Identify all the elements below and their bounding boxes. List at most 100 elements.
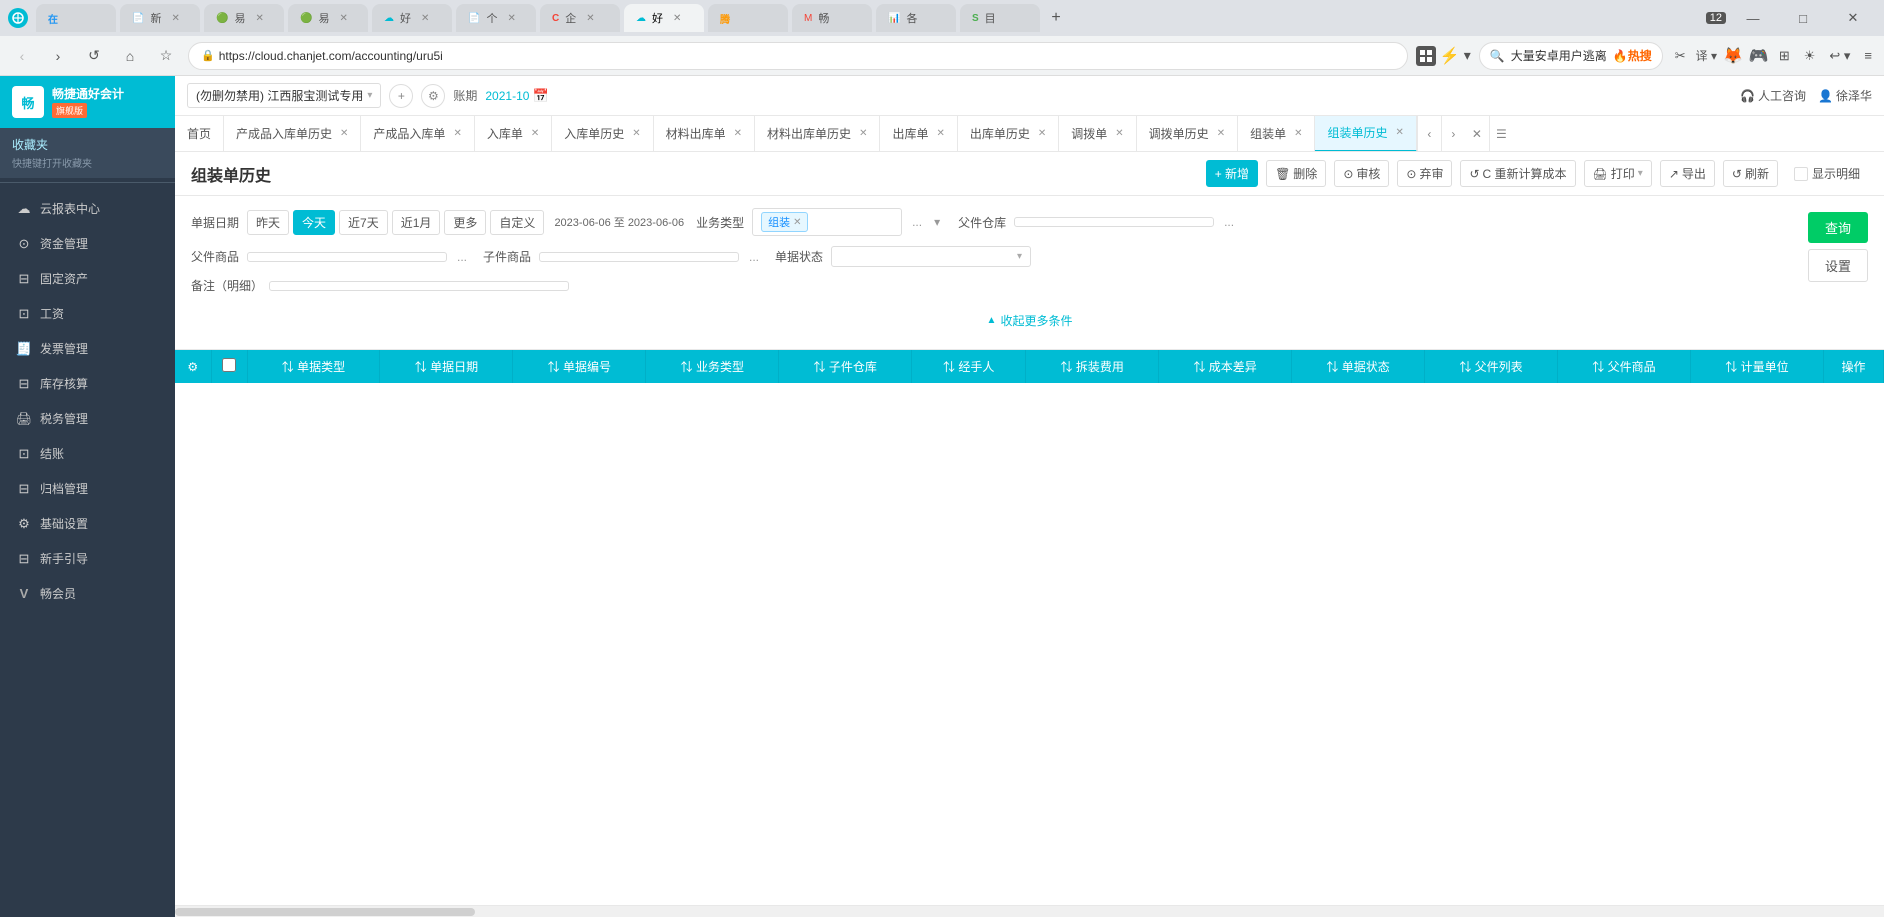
lightning-icon[interactable]: ⚡ [1440, 46, 1460, 66]
tab-close-4[interactable]: ✕ [339, 13, 347, 24]
browser-tab-9[interactable]: 腾 [708, 4, 788, 32]
forward-button[interactable]: › [44, 42, 72, 70]
sidebar-item-invoice[interactable]: 🧾 发票管理 [0, 331, 175, 366]
nav-tab-adjust[interactable]: 调拨单 ✕ [1059, 116, 1136, 152]
nav-tab-home[interactable]: 首页 [175, 116, 224, 152]
user-button[interactable]: 👤 徐泽华 [1818, 87, 1872, 104]
close-button[interactable]: ✕ [1830, 3, 1876, 33]
nav-tab-assemble[interactable]: 组装单 ✕ [1238, 116, 1315, 152]
col-child-warehouse[interactable]: ⇅ 子件仓库 [779, 350, 912, 383]
nav-tab-material-out[interactable]: 材料出库单 ✕ [654, 116, 755, 152]
nav-more[interactable]: ☰ [1489, 116, 1513, 152]
undo-tool[interactable]: ↩ ▾ [1825, 46, 1854, 66]
sidebar-item-settle[interactable]: ⊡ 结账 [0, 436, 175, 471]
company-select[interactable]: (勿删勿禁用) 江西服宝测试专用 ▾ [187, 83, 381, 108]
show-detail-checkbox[interactable]: 显示明细 [1786, 161, 1868, 186]
translate-tool[interactable]: 译 ▾ [1696, 47, 1717, 64]
date-today[interactable]: 今天 [293, 210, 335, 235]
print-button[interactable]: 🖨 打印 ▾ [1584, 160, 1652, 187]
period-value[interactable]: 2021-10 📅 [485, 88, 549, 104]
sidebar-item-fund-mgmt[interactable]: ⊙ 资金管理 [0, 226, 175, 261]
biz-type-dropdown[interactable]: ▾ [930, 215, 944, 229]
browser-tab-10[interactable]: M 畅 [792, 4, 872, 32]
game-tool[interactable]: 🎮 [1749, 46, 1769, 66]
sidebar-item-cloud-report[interactable]: ☁ 云报表中心 [0, 191, 175, 226]
service-button[interactable]: 🎧 人工咨询 [1740, 87, 1806, 104]
col-handler[interactable]: ⇅ 经手人 [912, 350, 1026, 383]
abandon-button[interactable]: ⊙ 弃审 [1397, 160, 1452, 187]
parent-goods-input[interactable] [247, 252, 447, 262]
menu-tool[interactable]: ≡ [1860, 46, 1876, 65]
sidebar-item-guide[interactable]: ⊟ 新手引导 [0, 541, 175, 576]
close-assemble[interactable]: ✕ [1294, 128, 1302, 139]
recalculate-button[interactable]: ↺ C 重新计算成本 [1460, 160, 1575, 187]
nav-tab-produce-in-history[interactable]: 产成品入库单历史 ✕ [224, 116, 361, 152]
browser-tab-8[interactable]: ☁ 好 ✕ [624, 4, 704, 32]
sidebar-item-fixed-assets[interactable]: ⊟ 固定资产 [0, 261, 175, 296]
child-goods-input[interactable] [539, 252, 739, 262]
nav-tab-out-order[interactable]: 出库单 ✕ [880, 116, 957, 152]
col-disassemble-cost[interactable]: ⇅ 拆装费用 [1026, 350, 1159, 383]
close-material-out-history[interactable]: ✕ [859, 128, 867, 139]
col-order-type[interactable]: ⇅ 单据类型 [247, 350, 380, 383]
nav-scroll-left[interactable]: ‹ [1417, 116, 1441, 152]
horizontal-scrollbar[interactable] [175, 905, 1884, 917]
nav-close-all[interactable]: ✕ [1465, 116, 1489, 152]
col-biz-type[interactable]: ⇅ 业务类型 [646, 350, 779, 383]
new-button[interactable]: + 新增 [1206, 160, 1258, 187]
back-button[interactable]: ‹ [8, 42, 36, 70]
select-all-checkbox[interactable] [222, 358, 236, 372]
collapse-bar[interactable]: ▲ 收起更多条件 [191, 304, 1868, 337]
refresh-button[interactable]: ↺ 刷新 [1723, 160, 1778, 187]
col-cost-diff[interactable]: ⇅ 成本差异 [1159, 350, 1292, 383]
browser-tab-4[interactable]: 🟢 易 ✕ [288, 4, 368, 32]
tab-close-5[interactable]: ✕ [421, 13, 429, 24]
settings-gear-icon[interactable]: ⚙ [187, 360, 198, 374]
export-button[interactable]: ↗ 导出 [1660, 160, 1715, 187]
browser-tab-1[interactable]: 在 [36, 4, 116, 32]
date-more[interactable]: 更多 [444, 210, 486, 235]
favorite-button[interactable]: ☆ [152, 42, 180, 70]
child-goods-more[interactable]: ... [745, 250, 763, 264]
close-out-order[interactable]: ✕ [936, 128, 944, 139]
reload-button[interactable]: ↺ [80, 42, 108, 70]
search-box[interactable]: 🔍 大量安卓用户逃离 🔥热搜 [1479, 42, 1663, 70]
sidebar-favorites[interactable]: 收藏夹 快捷键打开收藏夹 [0, 128, 175, 178]
close-stock-in[interactable]: ✕ [531, 128, 539, 139]
maximize-button[interactable]: □ [1780, 3, 1826, 33]
browser-tab-7[interactable]: C 企 ✕ [540, 4, 620, 32]
col-order-no[interactable]: ⇅ 单据编号 [513, 350, 646, 383]
scrollbar-thumb[interactable] [175, 908, 475, 916]
scissors-tool[interactable]: ✂ [1671, 46, 1690, 66]
close-produce-in[interactable]: ✕ [453, 128, 461, 139]
minimize-button[interactable]: — [1730, 3, 1776, 33]
nav-scroll-right[interactable]: › [1441, 116, 1465, 152]
close-material-out[interactable]: ✕ [734, 128, 742, 139]
parent-goods-more[interactable]: ... [453, 250, 471, 264]
audit-button[interactable]: ⊙ 审核 [1334, 160, 1389, 187]
browser-tab-11[interactable]: 📊 各 [876, 4, 956, 32]
parent-warehouse-input[interactable] [1014, 217, 1214, 227]
date-1month[interactable]: 近1月 [392, 210, 441, 235]
company-add-button[interactable]: + [389, 84, 413, 108]
close-produce-in-history[interactable]: ✕ [340, 128, 348, 139]
company-settings-button[interactable]: ⚙ [421, 84, 445, 108]
tab-close-7[interactable]: ✕ [586, 13, 594, 24]
nav-tab-produce-in[interactable]: 产成品入库单 ✕ [361, 116, 474, 152]
date-yesterday[interactable]: 昨天 [247, 210, 289, 235]
nav-tab-assemble-history[interactable]: 组装单历史 ✕ [1315, 116, 1416, 152]
browser-tab-3[interactable]: 🟢 易 ✕ [204, 4, 284, 32]
settings-button[interactable]: 设置 [1808, 249, 1868, 282]
browser-tab-6[interactable]: 📄 个 ✕ [456, 4, 536, 32]
close-assemble-history[interactable]: ✕ [1396, 127, 1404, 138]
delete-button[interactable]: 🗑 删除 [1266, 160, 1326, 187]
nav-tab-out-order-history[interactable]: 出库单历史 ✕ [958, 116, 1059, 152]
nav-tab-stock-in[interactable]: 入库单 ✕ [475, 116, 552, 152]
query-button[interactable]: 查询 [1808, 212, 1868, 243]
col-order-status[interactable]: ⇅ 单据状态 [1292, 350, 1425, 383]
nav-tab-adjust-history[interactable]: 调拨单历史 ✕ [1137, 116, 1238, 152]
theme-tool[interactable]: ☀ [1800, 46, 1820, 66]
browser-tab-5[interactable]: ☁ 好 ✕ [372, 4, 452, 32]
order-status-select[interactable]: ▾ [831, 246, 1031, 267]
biz-type-more[interactable]: ... [908, 215, 926, 229]
